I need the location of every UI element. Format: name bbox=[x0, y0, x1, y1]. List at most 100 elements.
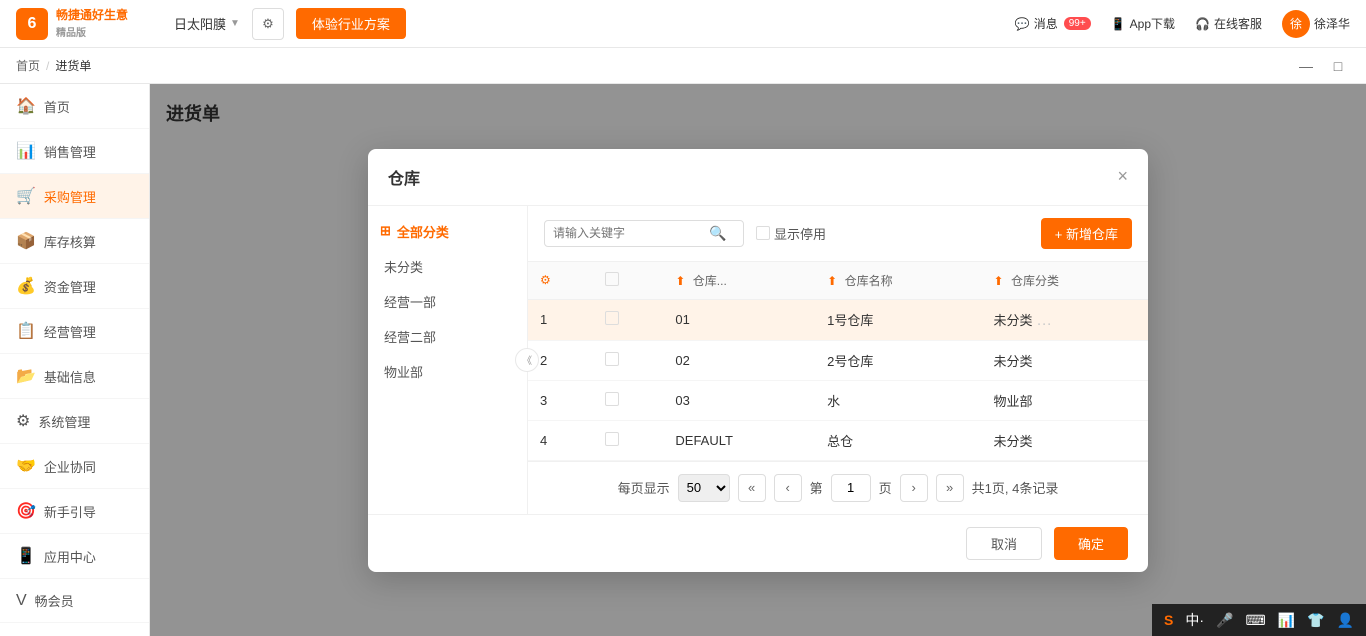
online-service-button[interactable]: 🎧 在线客服 bbox=[1195, 15, 1262, 32]
page-label: 第 bbox=[810, 478, 823, 497]
table-row[interactable]: 4 DEFAULT 总仓 未分类 bbox=[528, 420, 1148, 460]
sidebar-item-enterprise[interactable]: 🤝 企业协同 bbox=[0, 444, 149, 489]
modal-body: ⊞ 全部分类 《 未分类 经营一部 经营二部 bbox=[368, 206, 1148, 514]
sidebar-item-operations[interactable]: 📋 经营管理 bbox=[0, 309, 149, 354]
first-page-button[interactable]: « bbox=[738, 474, 766, 502]
basic-info-icon: 📂 bbox=[16, 366, 36, 386]
last-page-button[interactable]: » bbox=[936, 474, 964, 502]
table-header-row: ⚙ ⬆ 仓库... bbox=[528, 262, 1148, 300]
next-page-button[interactable]: › bbox=[900, 474, 928, 502]
sidebar-item-home[interactable]: 🏠 首页 bbox=[0, 84, 149, 129]
avatar-initials: 徐 bbox=[1290, 15, 1302, 32]
nav-bar: 首页 / 进货单 — □ bbox=[0, 48, 1366, 84]
cancel-button[interactable]: 取消 bbox=[966, 527, 1042, 560]
warehouse-table: ⚙ ⬆ 仓库... bbox=[528, 262, 1148, 461]
apps-icon: 📱 bbox=[16, 546, 36, 566]
row-code: 02 bbox=[663, 340, 815, 380]
add-warehouse-button[interactable]: + 新增仓库 bbox=[1041, 218, 1132, 249]
sidebar-item-sales[interactable]: 📊 销售管理 bbox=[0, 129, 149, 174]
modal-header: 仓库 × bbox=[368, 149, 1148, 206]
row-name: 2号仓库 bbox=[815, 340, 981, 380]
sidebar-item-label: 资金管理 bbox=[44, 277, 96, 296]
headset-icon: 🎧 bbox=[1195, 17, 1210, 31]
select-all-checkbox[interactable] bbox=[605, 272, 619, 286]
th-name: ⬆ 仓库名称 bbox=[815, 262, 981, 300]
shirt-icon: 👕 bbox=[1307, 612, 1324, 629]
modal-overlay: 仓库 × ⊞ 全部分类 《 未分类 bbox=[150, 84, 1366, 636]
prev-page-button[interactable]: ‹ bbox=[774, 474, 802, 502]
enterprise-icon: 🤝 bbox=[16, 456, 36, 476]
sort-icon-category: ⬆ bbox=[994, 274, 1004, 288]
mic-icon: 🎤 bbox=[1216, 612, 1233, 629]
operations-icon: 📋 bbox=[16, 321, 36, 341]
gear-icon: ⚙ bbox=[262, 16, 274, 32]
sidebar-item-finance[interactable]: 💰 资金管理 bbox=[0, 264, 149, 309]
table-row[interactable]: 2 02 2号仓库 未分类 bbox=[528, 340, 1148, 380]
sidebar-item-label: 销售管理 bbox=[44, 142, 96, 161]
messages-button[interactable]: 💬 消息 99+ bbox=[1015, 15, 1091, 32]
confirm-button[interactable]: 确定 bbox=[1054, 527, 1128, 560]
try-industry-button[interactable]: 体验行业方案 bbox=[296, 8, 406, 39]
sidebar-item-purchase[interactable]: 🛒 采购管理 bbox=[0, 174, 149, 219]
modal-title: 仓库 bbox=[388, 165, 420, 189]
sidebar-item-inventory[interactable]: 📦 库存核算 bbox=[0, 219, 149, 264]
total-records: 共1页, 4条记录 bbox=[972, 478, 1059, 497]
category-item-ops1[interactable]: 经营一部 bbox=[368, 284, 527, 319]
search-input[interactable] bbox=[553, 226, 703, 240]
per-page-label: 每页显示 bbox=[618, 478, 670, 497]
logo-icon: 6 bbox=[16, 8, 48, 40]
table-row[interactable]: 1 01 1号仓库 未分类 … bbox=[528, 299, 1148, 340]
sidebar-item-label: 库存核算 bbox=[44, 232, 96, 251]
store-selector[interactable]: 日太阳膜 ▼ bbox=[174, 14, 240, 33]
settings-button[interactable]: ⚙ bbox=[252, 8, 284, 40]
category-item-property[interactable]: 物业部 bbox=[368, 354, 527, 389]
row-category: 未分类 … bbox=[982, 299, 1148, 340]
app-download-button[interactable]: 📱 App下载 bbox=[1111, 15, 1175, 32]
home-icon: 🏠 bbox=[16, 96, 36, 116]
per-page-select[interactable]: 50 10 20 100 bbox=[678, 474, 730, 502]
sidebar-item-apps[interactable]: 📱 应用中心 bbox=[0, 534, 149, 579]
collapse-button[interactable]: — bbox=[1294, 54, 1318, 78]
category-item-ops2[interactable]: 经营二部 bbox=[368, 319, 527, 354]
bottom-logo: S bbox=[1164, 612, 1173, 628]
settings-col-icon[interactable]: ⚙ bbox=[540, 273, 551, 287]
category-header-label: 全部分类 bbox=[397, 222, 449, 241]
sidebar-item-label: 畅会员 bbox=[35, 591, 74, 610]
expand-button[interactable]: □ bbox=[1326, 54, 1350, 78]
vip-icon: V bbox=[16, 592, 27, 610]
category-item-uncategorized[interactable]: 未分类 bbox=[368, 249, 527, 284]
logo-text: 畅捷通好生意 bbox=[56, 8, 128, 24]
th-settings: ⚙ bbox=[528, 262, 593, 300]
sidebar-item-label: 首页 bbox=[44, 97, 70, 116]
nav-bar-controls: — □ bbox=[1294, 54, 1350, 78]
page-number-input[interactable] bbox=[831, 474, 871, 502]
search-box[interactable]: 🔍 bbox=[544, 220, 744, 247]
breadcrumb-home[interactable]: 首页 bbox=[16, 57, 40, 74]
sidebar-item-basic-info[interactable]: 📂 基础信息 bbox=[0, 354, 149, 399]
category-sidebar: ⊞ 全部分类 《 未分类 经营一部 经营二部 bbox=[368, 206, 528, 514]
show-disabled-checkbox-label[interactable]: 显示停用 bbox=[756, 224, 826, 243]
sidebar-item-label: 基础信息 bbox=[44, 367, 96, 386]
modal-close-button[interactable]: × bbox=[1117, 166, 1128, 187]
row-checkbox[interactable] bbox=[593, 420, 664, 460]
user-menu[interactable]: 徐 徐泽华 bbox=[1282, 10, 1350, 38]
sidebar-item-label: 经营管理 bbox=[44, 322, 96, 341]
modal-table-area: 🔍 显示停用 + 新增仓库 bbox=[528, 206, 1148, 514]
content-area: 进货单 仓库 × ⊞ 全部分类 《 bbox=[150, 84, 1366, 636]
row-checkbox[interactable] bbox=[593, 380, 664, 420]
row-checkbox[interactable] bbox=[593, 340, 664, 380]
table-row[interactable]: 3 03 水 物业部 bbox=[528, 380, 1148, 420]
category-header[interactable]: ⊞ 全部分类 bbox=[368, 214, 527, 249]
category-collapse-button[interactable]: 《 bbox=[515, 348, 539, 372]
sidebar-item-vip[interactable]: V 畅会员 bbox=[0, 579, 149, 623]
row-checkbox[interactable] bbox=[593, 299, 664, 340]
sidebar-item-label: 新手引导 bbox=[44, 502, 96, 521]
sort-icon-name: ⬆ bbox=[827, 274, 837, 288]
chinese-input-label: 中· bbox=[1185, 610, 1204, 630]
show-disabled-checkbox[interactable] bbox=[756, 226, 770, 240]
sidebar-item-guide[interactable]: 🎯 新手引导 bbox=[0, 489, 149, 534]
row-actions[interactable]: … bbox=[1036, 312, 1054, 329]
th-category: ⬆ 仓库分类 bbox=[982, 262, 1148, 300]
sidebar-item-system[interactable]: ⚙ 系统管理 bbox=[0, 399, 149, 444]
main-layout: 🏠 首页 📊 销售管理 🛒 采购管理 📦 库存核算 💰 资金管理 📋 经营管理 … bbox=[0, 84, 1366, 636]
